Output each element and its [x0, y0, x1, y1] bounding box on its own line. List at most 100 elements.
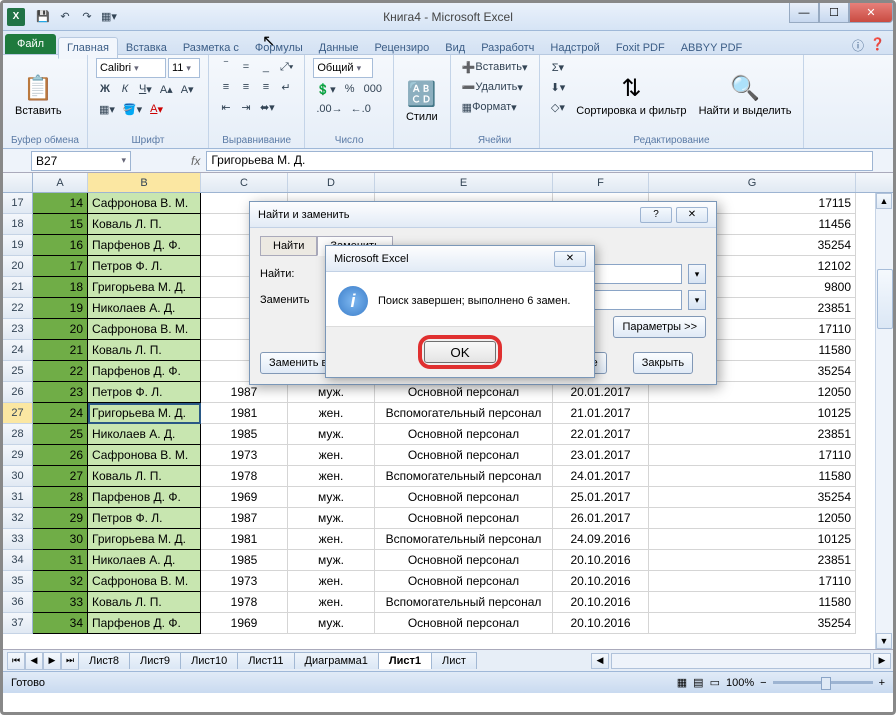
cell[interactable]: 26 — [33, 445, 88, 466]
cell[interactable]: Парфенов Д. Ф. — [88, 613, 201, 634]
cell[interactable]: Николаев А. Д. — [88, 550, 201, 571]
row-header[interactable]: 24 — [3, 340, 33, 361]
scroll-left-button[interactable]: ◀ — [591, 653, 609, 669]
cell[interactable]: муж. — [288, 613, 375, 634]
cell[interactable]: Коваль Л. П. — [88, 214, 201, 235]
cell[interactable]: Петров Ф. Л. — [88, 256, 201, 277]
row-header[interactable]: 30 — [3, 466, 33, 487]
cell[interactable]: 12050 — [649, 508, 856, 529]
row-header[interactable]: 32 — [3, 508, 33, 529]
cell[interactable]: 10125 — [649, 529, 856, 550]
cell[interactable]: 11580 — [649, 466, 856, 487]
align-right-button[interactable]: ≡ — [257, 78, 275, 96]
cell[interactable]: 20 — [33, 319, 88, 340]
msgbox-titlebar[interactable]: Microsoft Excel ✕ — [326, 246, 594, 272]
comma-button[interactable]: 000 — [361, 80, 385, 98]
row-header[interactable]: 19 — [3, 235, 33, 256]
cell[interactable]: 31 — [33, 550, 88, 571]
column-header-E[interactable]: E — [375, 173, 553, 192]
cell[interactable]: 35254 — [649, 487, 856, 508]
fill-button[interactable]: ⬇▾ — [548, 78, 569, 96]
next-sheet-button[interactable]: ▶ — [43, 652, 61, 670]
align-middle-button[interactable]: = — [237, 58, 255, 76]
undo-button[interactable]: ↶ — [55, 7, 75, 27]
insert-cells-button[interactable]: ➕ Вставить ▾ — [459, 58, 531, 76]
increase-font-button[interactable]: A▴ — [157, 80, 176, 98]
column-header-C[interactable]: C — [201, 173, 288, 192]
cell[interactable]: Григорьева М. Д. — [88, 277, 201, 298]
cell[interactable]: жен. — [288, 592, 375, 613]
cell[interactable]: 30 — [33, 529, 88, 550]
cell[interactable]: Григорьева М. Д. — [88, 529, 201, 550]
cell[interactable]: жен. — [288, 571, 375, 592]
cell[interactable]: муж. — [288, 550, 375, 571]
first-sheet-button[interactable]: ⏮ — [7, 652, 25, 670]
dialog-help-button[interactable]: ? — [640, 207, 672, 223]
vertical-scrollbar[interactable]: ▲ ▼ — [875, 193, 893, 649]
cell[interactable]: 21 — [33, 340, 88, 361]
prev-sheet-button[interactable]: ◀ — [25, 652, 43, 670]
row-header[interactable]: 29 — [3, 445, 33, 466]
cell[interactable]: Вспомогательный персонал — [375, 592, 553, 613]
dialog-titlebar[interactable]: Найти и заменить ? ✕ — [250, 202, 716, 228]
cell[interactable]: 23851 — [649, 424, 856, 445]
font-size-combo[interactable]: 11 — [168, 58, 200, 78]
row-header[interactable]: 31 — [3, 487, 33, 508]
cell[interactable]: Петров Ф. Л. — [88, 508, 201, 529]
cell[interactable]: 24.01.2017 — [553, 466, 649, 487]
cell[interactable]: 32 — [33, 571, 88, 592]
cell[interactable]: Сафронова В. М. — [88, 571, 201, 592]
row-header[interactable]: 26 — [3, 382, 33, 403]
view-layout-button[interactable]: ▤ — [693, 676, 703, 689]
cell[interactable]: 25 — [33, 424, 88, 445]
align-left-button[interactable]: ≡ — [217, 78, 235, 96]
column-header-F[interactable]: F — [553, 173, 649, 192]
cell[interactable]: 1981 — [201, 529, 288, 550]
bold-button[interactable]: Ж — [96, 80, 114, 98]
fx-icon[interactable]: fx — [191, 154, 200, 168]
cell[interactable]: Парфенов Д. Ф. — [88, 487, 201, 508]
cell[interactable]: Основной персонал — [375, 550, 553, 571]
cell[interactable]: 17110 — [649, 445, 856, 466]
align-top-button[interactable]: ‾ — [217, 58, 235, 76]
last-sheet-button[interactable]: ⏭ — [61, 652, 79, 670]
close-dialog-button[interactable]: Закрыть — [633, 352, 693, 374]
zoom-slider[interactable] — [773, 681, 873, 684]
cell[interactable]: муж. — [288, 424, 375, 445]
cell[interactable]: 12050 — [649, 382, 856, 403]
zoom-in-button[interactable]: + — [879, 677, 885, 689]
scroll-down-button[interactable]: ▼ — [876, 633, 892, 649]
increase-decimal-button[interactable]: .00→ — [313, 100, 345, 118]
cell[interactable]: 21.01.2017 — [553, 403, 649, 424]
cell[interactable]: муж. — [288, 508, 375, 529]
borders-button[interactable]: ▦▾ — [96, 100, 118, 118]
find-history-button[interactable]: ▾ — [688, 264, 706, 284]
sheet-tab[interactable]: Диаграмма1 — [294, 652, 379, 669]
cell[interactable]: 16 — [33, 235, 88, 256]
italic-button[interactable]: К — [116, 80, 134, 98]
cell[interactable]: 28 — [33, 487, 88, 508]
cell[interactable]: 27 — [33, 466, 88, 487]
replace-history-button[interactable]: ▾ — [688, 290, 706, 310]
cell[interactable]: 15 — [33, 214, 88, 235]
cell[interactable]: 23.01.2017 — [553, 445, 649, 466]
cell[interactable]: 20.10.2016 — [553, 571, 649, 592]
view-normal-button[interactable]: ▦ — [677, 676, 687, 689]
cell[interactable]: Коваль Л. П. — [88, 466, 201, 487]
cell[interactable]: 20.10.2016 — [553, 550, 649, 571]
ok-button[interactable]: OK — [424, 341, 496, 363]
row-header[interactable]: 36 — [3, 592, 33, 613]
redo-button[interactable]: ↷ — [77, 7, 97, 27]
column-header-B[interactable]: B — [88, 173, 201, 192]
cell[interactable]: Сафронова В. М. — [88, 319, 201, 340]
cell[interactable]: 22.01.2017 — [553, 424, 649, 445]
align-bottom-button[interactable]: _ — [257, 58, 275, 76]
cell[interactable]: Основной персонал — [375, 445, 553, 466]
file-tab[interactable]: Файл — [5, 34, 56, 54]
cell[interactable]: 1978 — [201, 592, 288, 613]
underline-button[interactable]: Ч▾ — [136, 80, 155, 98]
cell[interactable]: Парфенов Д. Ф. — [88, 235, 201, 256]
cell[interactable]: Николаев А. Д. — [88, 298, 201, 319]
wrap-text-button[interactable]: ↵ — [277, 78, 295, 96]
cell[interactable]: 14 — [33, 193, 88, 214]
